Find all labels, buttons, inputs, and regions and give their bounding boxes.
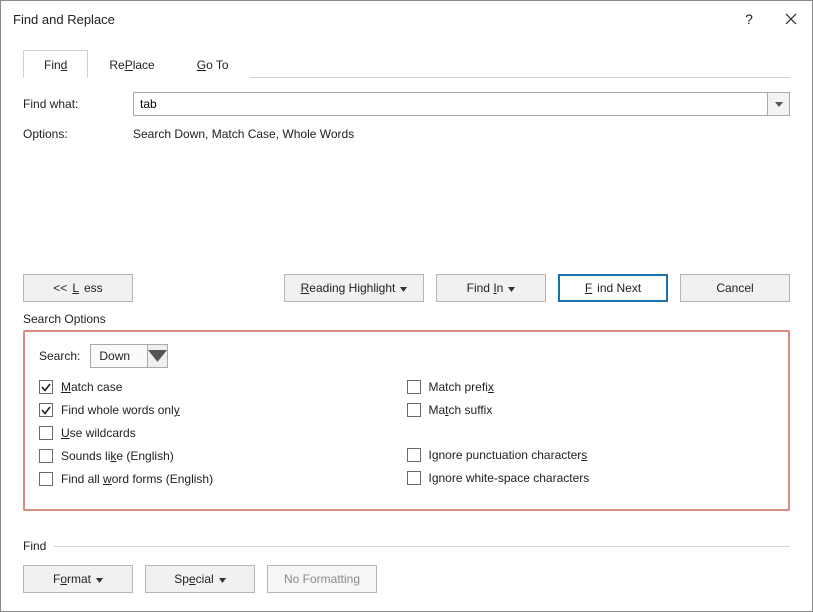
find-next-button[interactable]: Find Next [558,274,668,302]
search-options-panel: Search: Down Match case Find whole words … [23,330,790,511]
find-replace-dialog: Find and Replace ? Find RePlace Go To Fi… [0,0,813,612]
checkbox-label: Use wildcards [61,426,136,440]
window-title: Find and Replace [13,12,728,27]
chevron-down-icon [400,287,407,292]
checkbox-box[interactable] [407,448,421,462]
reading-highlight-button[interactable]: Reading Highlight [284,274,424,302]
checkbox-right-1[interactable]: Match suffix [407,403,775,417]
tab-replace[interactable]: RePlace [88,50,175,78]
checkbox-right-0[interactable]: Match prefix [407,380,775,394]
search-direction-dropdown[interactable] [147,345,167,367]
search-options-header: Search Options [23,312,790,326]
checkbox-label: Match prefix [429,380,494,394]
checkbox-right-4[interactable]: Ignore white-space characters [407,471,775,485]
checkbox-label: Sounds like (English) [61,449,174,463]
checkbox-left-4[interactable]: Find all word forms (English) [39,472,407,486]
checkbox-left-1[interactable]: Find whole words only [39,403,407,417]
checkbox-right-3[interactable]: Ignore punctuation characters [407,448,775,462]
checkbox-box[interactable] [407,380,421,394]
find-in-button[interactable]: Find In [436,274,546,302]
titlebar: Find and Replace ? [1,1,812,37]
checkbox-left-3[interactable]: Sounds like (English) [39,449,407,463]
chevron-down-icon [219,578,226,583]
find-what-input[interactable] [134,93,767,115]
search-direction-select[interactable]: Down [90,344,168,368]
check-icon [41,406,51,415]
tab-strip: Find RePlace Go To [23,49,790,78]
checkbox-left-2[interactable]: Use wildcards [39,426,407,440]
checkbox-box[interactable] [39,449,53,463]
cancel-button[interactable]: Cancel [680,274,790,302]
close-icon [785,13,797,25]
checkbox-box[interactable] [39,426,53,440]
options-value: Search Down, Match Case, Whole Words [133,126,354,141]
options-label: Options: [23,127,133,141]
checkbox-label: Find all word forms (English) [61,472,213,486]
checkbox-box[interactable] [39,472,53,486]
checkbox-label: Ignore white-space characters [429,471,590,485]
checkbox-label: Match suffix [429,403,493,417]
no-formatting-button[interactable]: No Formatting [267,565,377,593]
format-button[interactable]: Format [23,565,133,593]
checkbox-label: Find whole words only [61,403,180,417]
checkbox-label: Match case [61,380,122,394]
tab-find[interactable]: Find [23,50,88,78]
find-what-label: Find what: [23,97,133,111]
checkbox-box[interactable] [39,380,53,394]
checkbox-box[interactable] [39,403,53,417]
check-icon [41,383,51,392]
chevron-down-icon [148,350,167,362]
checkbox-box[interactable] [407,403,421,417]
find-section-label: Find [23,539,790,553]
find-what-combo[interactable] [133,92,790,116]
help-button[interactable]: ? [728,1,770,37]
action-buttons: << Less Reading Highlight Find In Find N… [23,274,790,302]
chevron-down-icon [96,578,103,583]
less-button[interactable]: << Less [23,274,133,302]
tab-goto[interactable]: Go To [176,50,250,78]
search-direction-label: Search: [39,349,80,363]
special-button[interactable]: Special [145,565,255,593]
find-what-dropdown[interactable] [767,93,789,115]
chevron-down-icon [775,102,783,107]
chevron-down-icon [508,287,515,292]
close-button[interactable] [770,1,812,37]
checkbox-left-0[interactable]: Match case [39,380,407,394]
checkbox-box[interactable] [407,471,421,485]
search-direction-value: Down [91,349,147,363]
checkbox-label: Ignore punctuation characters [429,448,588,462]
